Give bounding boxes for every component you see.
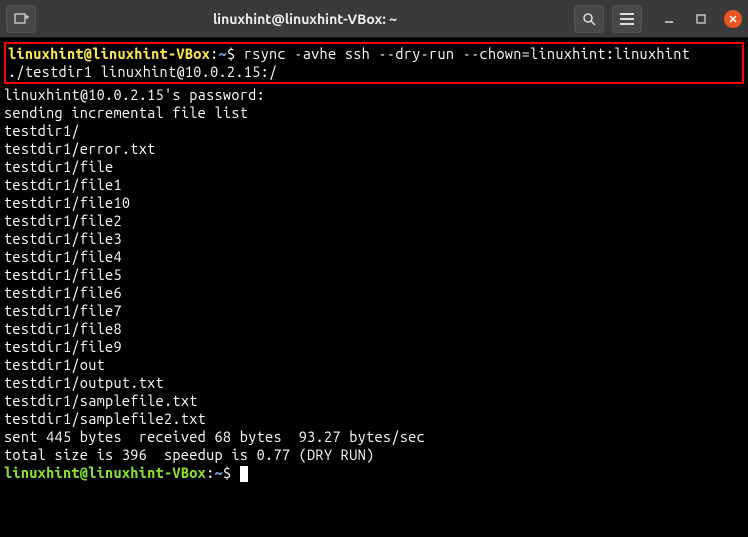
new-tab-icon bbox=[13, 11, 29, 27]
hamburger-icon bbox=[620, 13, 634, 25]
terminal-body[interactable]: linuxhint@linuxhint-VBox:~$ rsync -avhe … bbox=[0, 38, 748, 537]
output-line: testdir1/file2 bbox=[4, 212, 744, 230]
search-icon bbox=[582, 12, 596, 26]
menu-button[interactable] bbox=[612, 5, 642, 33]
window-title: linuxhint@linuxhint-VBox: ~ bbox=[36, 11, 574, 27]
prompt-user-host: linuxhint@linuxhint-VBox bbox=[4, 464, 206, 481]
maximize-icon bbox=[696, 14, 706, 24]
titlebar-right bbox=[574, 5, 742, 33]
minimize-icon bbox=[664, 14, 674, 24]
output-line: testdir1/file9 bbox=[4, 338, 744, 356]
prompt-path: ~ bbox=[219, 45, 227, 62]
command-text: rsync -avhe ssh --dry-run --chown=linuxh… bbox=[244, 45, 690, 62]
output-line: testdir1/file7 bbox=[4, 302, 744, 320]
command-highlight: linuxhint@linuxhint-VBox:~$ rsync -avhe … bbox=[4, 42, 744, 84]
window-controls bbox=[660, 10, 742, 28]
maximize-button[interactable] bbox=[692, 10, 710, 28]
prompt-line-2: linuxhint@linuxhint-VBox:~$ bbox=[4, 464, 744, 482]
output-line: testdir1/file5 bbox=[4, 266, 744, 284]
output-line: testdir1/samplefile.txt bbox=[4, 392, 744, 410]
output-line: testdir1/file10 bbox=[4, 194, 744, 212]
minimize-button[interactable] bbox=[660, 10, 678, 28]
output-line: testdir1/ bbox=[4, 122, 744, 140]
close-button[interactable] bbox=[724, 10, 742, 28]
prompt-dollar: $ bbox=[227, 45, 235, 62]
output-line: testdir1/file8 bbox=[4, 320, 744, 338]
new-tab-button[interactable] bbox=[6, 5, 36, 33]
close-icon bbox=[728, 14, 738, 24]
output-line: testdir1/output.txt bbox=[4, 374, 744, 392]
prompt-user-host: linuxhint@linuxhint-VBox bbox=[8, 45, 210, 62]
output-line: testdir1/samplefile2.txt bbox=[4, 410, 744, 428]
output-line: testdir1/file bbox=[4, 158, 744, 176]
output-line: testdir1/file6 bbox=[4, 284, 744, 302]
output-line: testdir1/out bbox=[4, 356, 744, 374]
output-line: testdir1/error.txt bbox=[4, 140, 744, 158]
output-line: testdir1/file4 bbox=[4, 248, 744, 266]
output-line: linuxhint@10.0.2.15's password: bbox=[4, 86, 744, 104]
titlebar: linuxhint@linuxhint-VBox: ~ bbox=[0, 0, 748, 38]
output-line: testdir1/file1 bbox=[4, 176, 744, 194]
output-line: total size is 396 speedup is 0.77 (DRY R… bbox=[4, 446, 744, 464]
prompt-path: ~ bbox=[215, 464, 223, 481]
command-text-line2: ./testdir1 linuxhint@10.0.2.15:/ bbox=[8, 63, 740, 81]
output-line: sending incremental file list bbox=[4, 104, 744, 122]
output-line: sent 445 bytes received 68 bytes 93.27 b… bbox=[4, 428, 744, 446]
prompt-line-1: linuxhint@linuxhint-VBox:~$ rsync -avhe … bbox=[8, 45, 740, 63]
output-line: testdir1/file3 bbox=[4, 230, 744, 248]
titlebar-left bbox=[6, 5, 36, 33]
search-button[interactable] bbox=[574, 5, 604, 33]
prompt-dollar: $ bbox=[223, 464, 231, 481]
cursor bbox=[240, 466, 248, 482]
